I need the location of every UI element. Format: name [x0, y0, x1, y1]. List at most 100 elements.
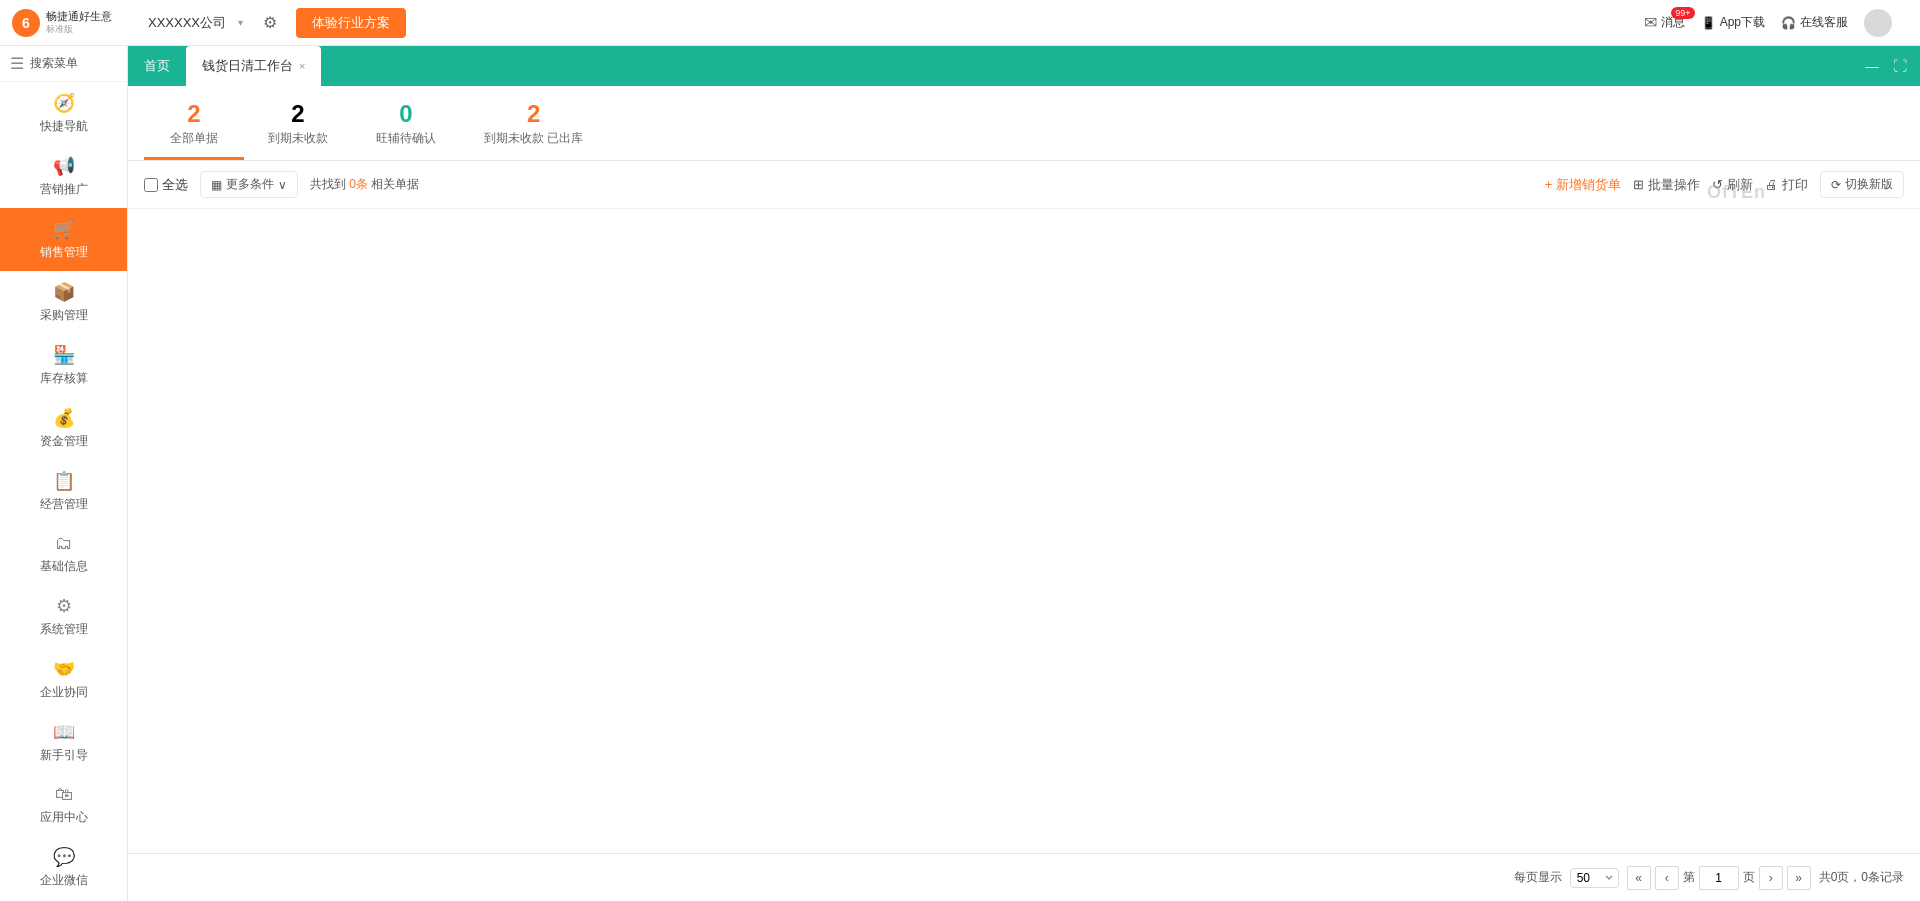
- refresh-icon: ↺: [1712, 177, 1723, 192]
- sidebar-item-1[interactable]: 📢 营销推广: [0, 145, 127, 208]
- stat-tab-2[interactable]: 0 旺辅待确认: [352, 94, 460, 160]
- per-page-select[interactable]: 50 100 200: [1570, 868, 1619, 888]
- filter-button[interactable]: ▦ 更多条件 ∨: [200, 171, 298, 198]
- sidebar-label-4: 库存核算: [40, 370, 88, 387]
- chevron-down-icon: ▾: [232, 15, 248, 31]
- found-prefix: 共找到: [310, 177, 346, 191]
- found-suffix: 相关单据: [371, 177, 419, 191]
- tab-minimize-button[interactable]: —: [1860, 54, 1884, 78]
- batch-operation-button[interactable]: ⊞ 批量操作: [1633, 176, 1700, 194]
- search-menu-item[interactable]: ☰ 搜索菜单: [0, 46, 127, 82]
- logo-icon: 6: [12, 9, 40, 37]
- stat-number-0: 2: [187, 100, 200, 128]
- sidebar-item-7[interactable]: 🗂 基础信息: [0, 523, 127, 585]
- sidebar-label-10: 新手引导: [40, 747, 88, 764]
- add-sales-order-button[interactable]: + 新增销货单: [1545, 176, 1621, 194]
- switch-label: 切换新版: [1845, 176, 1893, 193]
- message-badge: 99+: [1671, 7, 1694, 19]
- top-header: 6 畅捷通好生意 标准版 XXXXXX公司 ▾ ⚙ 体验行业方案 ✉ 消息 99…: [0, 0, 1920, 46]
- sidebar-label-0: 快捷导航: [40, 118, 88, 135]
- sidebar-item-9[interactable]: 🤝 企业协同: [0, 648, 127, 711]
- online-service-button[interactable]: 🎧 在线客服: [1781, 14, 1848, 31]
- stat-tab-1[interactable]: 2 到期未收款: [244, 94, 352, 160]
- sidebar-item-11[interactable]: 🛍 应用中心: [0, 774, 127, 836]
- sidebar-item-5[interactable]: 💰 资金管理: [0, 397, 127, 460]
- trial-button[interactable]: 体验行业方案: [296, 8, 406, 38]
- batch-label: 批量操作: [1648, 176, 1700, 194]
- batch-icon: ⊞: [1633, 177, 1644, 192]
- found-count: 0条: [349, 177, 368, 191]
- stat-label-0: 全部单据: [170, 130, 218, 147]
- sidebar-label-11: 应用中心: [40, 809, 88, 826]
- page-suffix: 页: [1743, 869, 1755, 886]
- switch-icon: ⟳: [1831, 178, 1841, 192]
- refresh-button[interactable]: ↺ 刷新: [1712, 176, 1753, 194]
- sidebar-item-4[interactable]: 🏪 库存核算: [0, 334, 127, 397]
- stat-number-1: 2: [291, 100, 304, 128]
- filter-label: 更多条件: [226, 176, 274, 193]
- header-right: ✉ 消息 99+ 📱 App下载 🎧 在线客服: [1644, 9, 1908, 37]
- logo-area: 6 畅捷通好生意 标准版: [12, 9, 140, 37]
- sidebar-icon-8: ⚙: [56, 595, 72, 617]
- logo-text-area: 畅捷通好生意 标准版: [46, 9, 112, 36]
- print-label: 打印: [1782, 176, 1808, 194]
- sidebar-label-3: 采购管理: [40, 307, 88, 324]
- sidebar-icon-11: 🛍: [55, 784, 73, 805]
- sidebar-label-6: 经营管理: [40, 496, 88, 513]
- sidebar-item-3[interactable]: 📦 采购管理: [0, 271, 127, 334]
- sidebar-icon-12: 💬: [53, 846, 75, 868]
- sidebar-label-8: 系统管理: [40, 621, 88, 638]
- sidebar-item-10[interactable]: 📖 新手引导: [0, 711, 127, 774]
- select-all-checkbox[interactable]: 全选: [144, 176, 188, 194]
- sidebar-label-2: 销售管理: [40, 244, 88, 261]
- search-menu-label: 搜索菜单: [30, 55, 78, 72]
- sidebar-item-8[interactable]: ⚙ 系统管理: [0, 585, 127, 648]
- stat-label-2: 旺辅待确认: [376, 130, 436, 147]
- sidebar-item-2[interactable]: 🛒 销售管理: [0, 208, 127, 271]
- stat-number-2: 0: [399, 100, 412, 128]
- total-label: 共0页，0条记录: [1819, 869, 1904, 886]
- print-button[interactable]: 🖨 打印: [1765, 176, 1808, 194]
- page-next-button[interactable]: ›: [1759, 866, 1783, 890]
- switch-new-version-button[interactable]: ⟳ 切换新版: [1820, 171, 1904, 198]
- message-area[interactable]: ✉ 消息 99+: [1644, 13, 1685, 32]
- sidebar: ☰ 搜索菜单 🧭 快捷导航 📢 营销推广 🛒 销售管理 📦 采购管理 🏪 库存核…: [0, 46, 128, 901]
- sidebar-icon-4: 🏪: [53, 344, 75, 366]
- message-icon: ✉: [1644, 13, 1657, 32]
- tab-active-label: 钱货日清工作台: [202, 57, 293, 75]
- data-area: [128, 209, 1920, 853]
- page-last-button[interactable]: »: [1787, 866, 1811, 890]
- stat-tab-3[interactable]: 2 到期未收款 已出库: [460, 94, 607, 160]
- page-label: 第: [1683, 869, 1695, 886]
- logo-text: 畅捷通好生意: [46, 9, 112, 23]
- tab-active[interactable]: 钱货日清工作台 ×: [186, 46, 321, 86]
- avatar[interactable]: [1864, 9, 1892, 37]
- tab-home[interactable]: 首页: [128, 46, 186, 86]
- tab-close-icon[interactable]: ×: [299, 60, 305, 72]
- refresh-label: 刷新: [1727, 176, 1753, 194]
- settings-icon-button[interactable]: ⚙: [256, 9, 284, 37]
- sidebar-icon-9: 🤝: [53, 658, 75, 680]
- app-download-label: App下载: [1720, 14, 1765, 31]
- select-all-input[interactable]: [144, 178, 158, 192]
- sidebar-item-12[interactable]: 💬 企业微信: [0, 836, 127, 899]
- print-icon: 🖨: [1765, 177, 1778, 192]
- sidebar-icon-6: 📋: [53, 470, 75, 492]
- sidebar-icon-10: 📖: [53, 721, 75, 743]
- page-first-button[interactable]: «: [1627, 866, 1651, 890]
- sidebar-item-6[interactable]: 📋 经营管理: [0, 460, 127, 523]
- search-icon: ☰: [10, 54, 24, 73]
- toolbar-right: + 新增销货单 ⊞ 批量操作 ↺ 刷新 🖨 打印 ⟳ 切换新版: [1545, 171, 1904, 198]
- sidebar-item-0[interactable]: 🧭 快捷导航: [0, 82, 127, 145]
- sidebar-items: 🧭 快捷导航 📢 营销推广 🛒 销售管理 📦 采购管理 🏪 库存核算 💰 资金管…: [0, 82, 127, 901]
- per-page-label: 每页显示: [1514, 869, 1562, 886]
- page-input[interactable]: [1699, 866, 1739, 890]
- app-download-button[interactable]: 📱 App下载: [1701, 14, 1765, 31]
- tab-maximize-button[interactable]: ⛶: [1888, 54, 1912, 78]
- sidebar-icon-7: 🗂: [55, 533, 73, 554]
- page-prev-button[interactable]: ‹: [1655, 866, 1679, 890]
- stats-bar: 2 全部单据 2 到期未收款 0 旺辅待确认 2 到期未收款 已出库: [128, 86, 1920, 161]
- company-selector[interactable]: XXXXXX公司 ▾: [148, 14, 248, 32]
- stat-label-3: 到期未收款 已出库: [484, 130, 583, 147]
- stat-tab-0[interactable]: 2 全部单据: [144, 94, 244, 160]
